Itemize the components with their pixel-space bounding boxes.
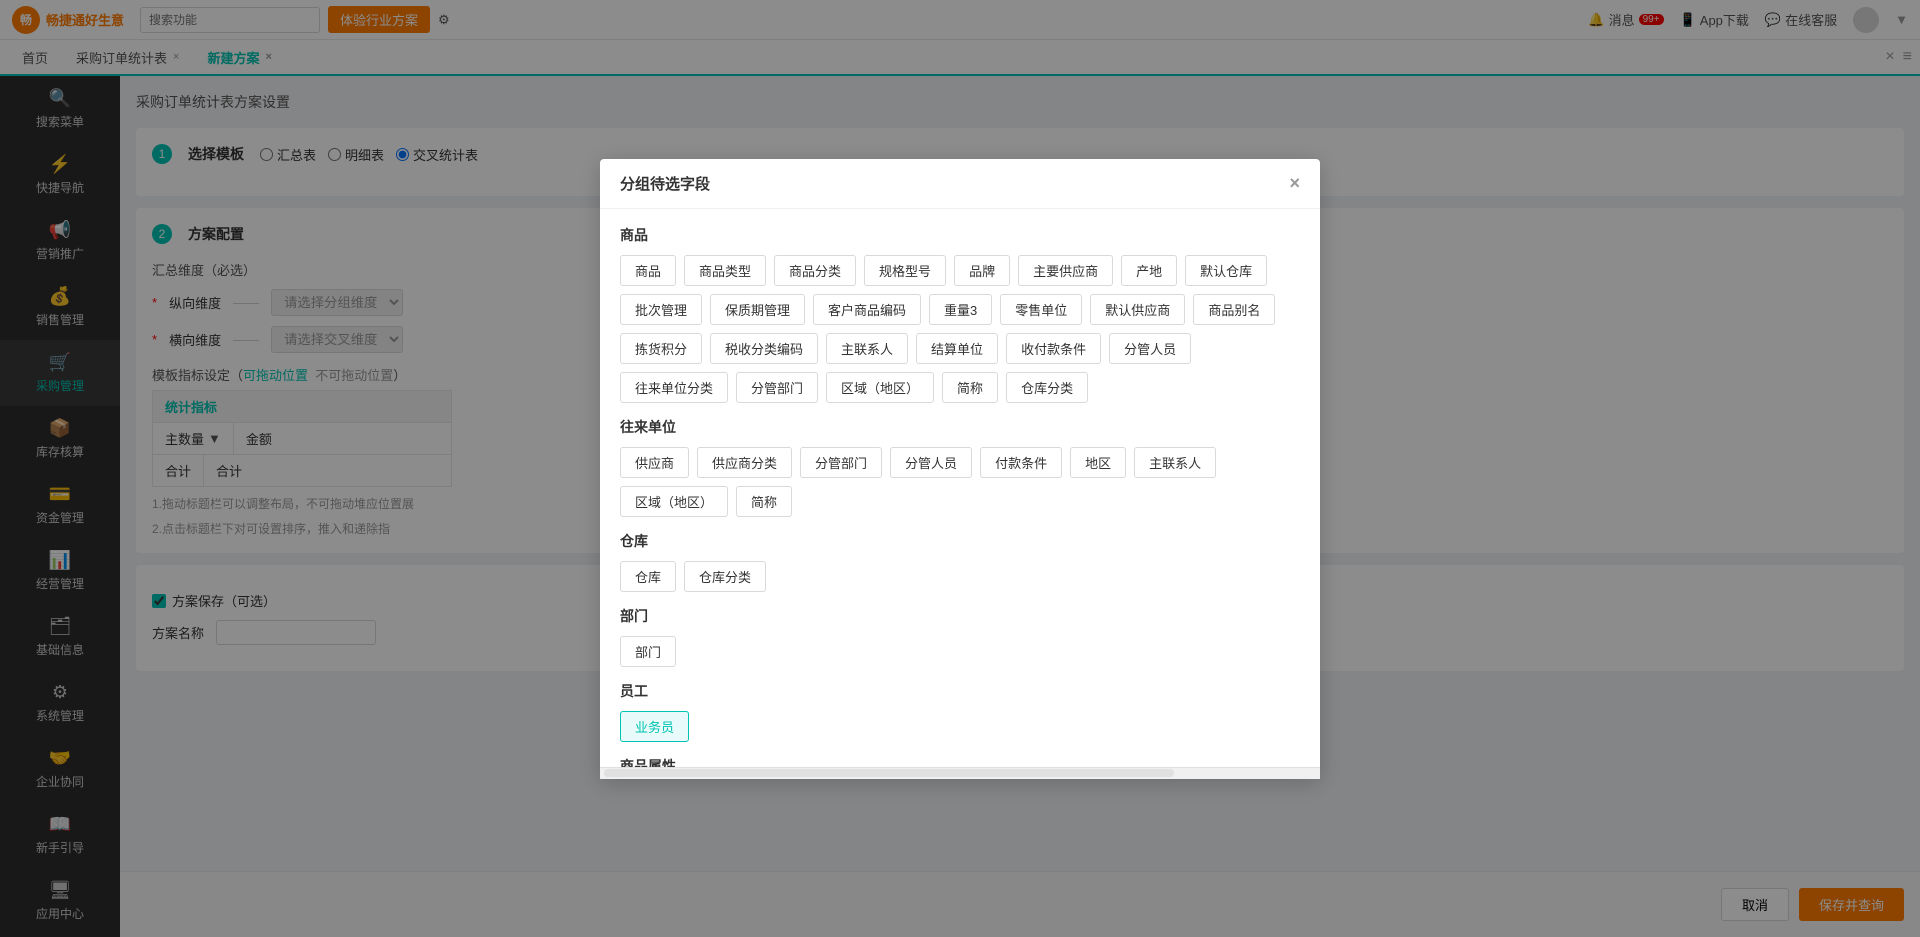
dialog-close-button[interactable]: × (1289, 174, 1300, 192)
dialog-body[interactable]: 商品 商品 商品类型 商品分类 规格型号 品牌 主要供应商 产地 默认仓库 批次… (600, 209, 1320, 768)
field-chip[interactable]: 批次管理 (620, 294, 702, 325)
field-chip[interactable]: 结算单位 (916, 333, 998, 364)
field-chip[interactable]: 主要供应商 (1018, 255, 1113, 286)
field-chip[interactable]: 商品分类 (774, 255, 856, 286)
field-chip[interactable]: 商品 (620, 255, 676, 286)
field-chip[interactable]: 规格型号 (864, 255, 946, 286)
field-chip[interactable]: 供应商分类 (697, 447, 792, 478)
field-chip[interactable]: 分管人员 (1109, 333, 1191, 364)
field-chip[interactable]: 客户商品编码 (813, 294, 921, 325)
field-chip[interactable]: 付款条件 (980, 447, 1062, 478)
section-title-employee: 员工 (620, 681, 1300, 701)
dialog-h-scrollbar[interactable] (600, 767, 1320, 778)
field-chip[interactable]: 区域（地区） (826, 372, 934, 403)
field-chip[interactable]: 分管部门 (800, 447, 882, 478)
employee-fields: 业务员 (620, 711, 1300, 742)
field-chip[interactable]: 收付款条件 (1006, 333, 1101, 364)
field-chip[interactable]: 简称 (736, 486, 792, 517)
dialog-title: 分组待选字段 (620, 173, 710, 194)
section-title-department: 部门 (620, 606, 1300, 626)
field-chip[interactable]: 主联系人 (1134, 447, 1216, 478)
field-chip[interactable]: 主联系人 (826, 333, 908, 364)
field-chip[interactable]: 拣货积分 (620, 333, 702, 364)
field-chip[interactable]: 默认仓库 (1185, 255, 1267, 286)
department-fields: 部门 (620, 636, 1300, 667)
modal-overlay: 分组待选字段 × 商品 商品 商品类型 商品分类 规格型号 品牌 主要供应商 产… (0, 0, 1920, 937)
field-chip[interactable]: 产地 (1121, 255, 1177, 286)
field-chip[interactable]: 零售单位 (1000, 294, 1082, 325)
warehouse-fields: 仓库 仓库分类 (620, 561, 1300, 592)
field-chip[interactable]: 分管部门 (736, 372, 818, 403)
field-chip[interactable]: 重量3 (929, 294, 992, 325)
field-chip-employee[interactable]: 业务员 (620, 711, 689, 742)
field-chip[interactable]: 默认供应商 (1090, 294, 1185, 325)
field-chip[interactable]: 保质期管理 (710, 294, 805, 325)
section-title-product-attr: 商品属性 (620, 756, 1300, 768)
field-chip[interactable]: 商品别名 (1193, 294, 1275, 325)
partner-fields: 供应商 供应商分类 分管部门 分管人员 付款条件 地区 主联系人 区域（地区） … (620, 447, 1300, 517)
field-chip[interactable]: 仓库分类 (684, 561, 766, 592)
field-chip[interactable]: 供应商 (620, 447, 689, 478)
field-chip[interactable]: 仓库 (620, 561, 676, 592)
field-chip[interactable]: 简称 (942, 372, 998, 403)
dialog-header: 分组待选字段 × (600, 159, 1320, 209)
field-chip[interactable]: 商品类型 (684, 255, 766, 286)
field-chip[interactable]: 区域（地区） (620, 486, 728, 517)
field-chip[interactable]: 分管人员 (890, 447, 972, 478)
field-chip[interactable]: 仓库分类 (1006, 372, 1088, 403)
section-title-partner: 往来单位 (620, 417, 1300, 437)
field-chip[interactable]: 品牌 (954, 255, 1010, 286)
field-chip[interactable]: 部门 (620, 636, 676, 667)
field-chip[interactable]: 地区 (1070, 447, 1126, 478)
field-chip[interactable]: 往来单位分类 (620, 372, 728, 403)
product-fields: 商品 商品类型 商品分类 规格型号 品牌 主要供应商 产地 默认仓库 批次管理 … (620, 255, 1300, 403)
section-title-warehouse: 仓库 (620, 531, 1300, 551)
field-select-dialog: 分组待选字段 × 商品 商品 商品类型 商品分类 规格型号 品牌 主要供应商 产… (600, 159, 1320, 779)
section-title-product: 商品 (620, 225, 1300, 245)
dialog-h-scrollbar-thumb (604, 769, 1174, 777)
field-chip[interactable]: 税收分类编码 (710, 333, 818, 364)
